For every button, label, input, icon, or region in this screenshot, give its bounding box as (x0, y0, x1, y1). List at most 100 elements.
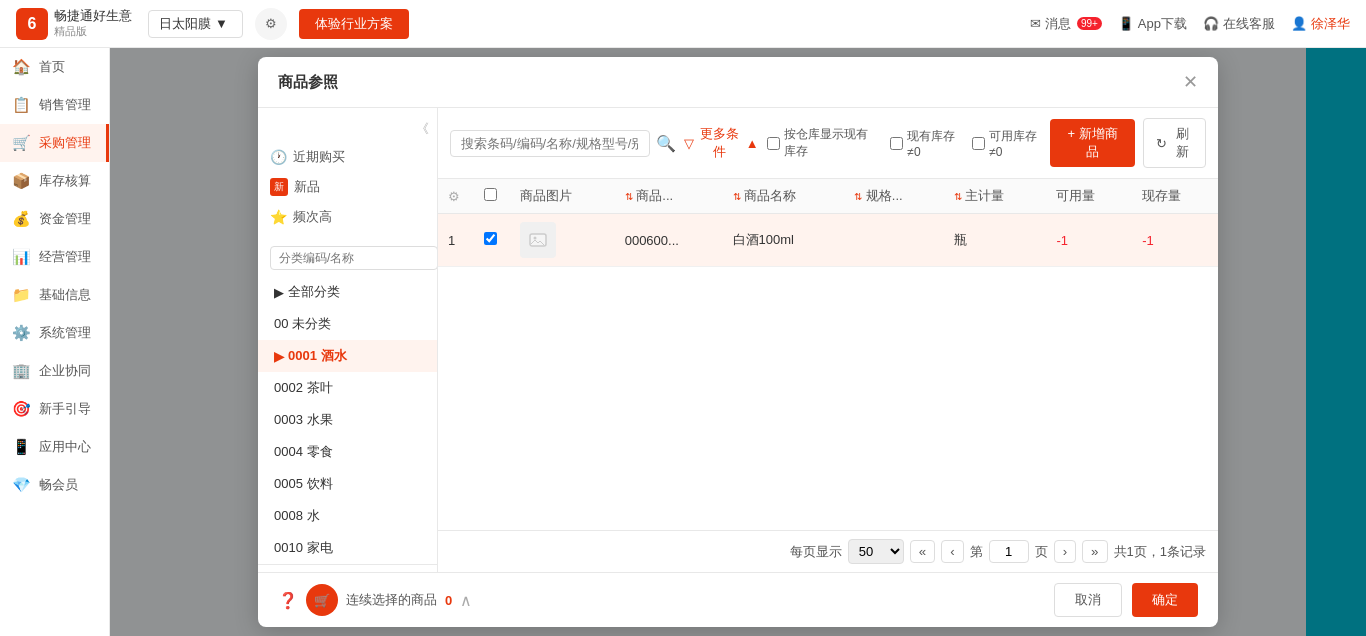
sidebar-item-member[interactable]: 💎 畅会员 (0, 466, 109, 504)
available-not-zero-checkbox-label[interactable]: 可用库存≠0 (972, 128, 1042, 159)
category-c0004[interactable]: 0004 零食 (258, 436, 437, 468)
stock-not-zero-checkbox-label[interactable]: 现有库存≠0 (890, 128, 960, 159)
category-all[interactable]: ▶ 全部分类 (258, 276, 437, 308)
user-icon: 👤 (1291, 16, 1307, 31)
messages-btn[interactable]: ✉ 消息 99+ (1030, 15, 1102, 33)
col-code[interactable]: ⇅ 商品... (615, 179, 723, 214)
logo-area: 6 畅捷通好生意 精品版 (16, 8, 132, 40)
member-icon: 💎 (12, 476, 31, 494)
product-search-icon[interactable]: 🔍 (656, 134, 676, 153)
sidebar-label: 企业协同 (39, 362, 91, 380)
modal-close-button[interactable]: ✕ (1183, 71, 1198, 93)
recent-purchase-item[interactable]: 🕐 近期购买 (258, 142, 437, 172)
sidebar-item-purchase[interactable]: 🛒 采购管理 (0, 124, 109, 162)
table-row[interactable]: 1 (438, 214, 1218, 267)
row-spec (844, 214, 944, 267)
collapse-panel-button[interactable]: 《 (258, 116, 437, 142)
page-size-select[interactable]: 50 10 20 100 (848, 539, 904, 564)
product-search-input[interactable] (450, 130, 650, 157)
headset-icon: 🎧 (1203, 16, 1219, 31)
col-check[interactable] (474, 179, 510, 214)
sidebar-item-inventory[interactable]: 📦 库存核算 (0, 162, 109, 200)
show-disabled-row: 显示停用 (258, 564, 437, 572)
new-icon: 新 (270, 178, 288, 196)
refresh-button[interactable]: ↻ 刷新 (1143, 118, 1206, 168)
online-service-btn[interactable]: 🎧 在线客服 (1203, 15, 1275, 33)
trial-button[interactable]: 体验行业方案 (299, 9, 409, 39)
row-check[interactable] (474, 214, 510, 267)
message-badge: 99+ (1077, 17, 1102, 30)
col-settings[interactable]: ⚙ (438, 179, 474, 214)
row-no: 1 (438, 214, 474, 267)
product-thumbnail (520, 222, 556, 258)
row-available: -1 (1046, 214, 1132, 267)
col-spec[interactable]: ⇅ 规格... (844, 179, 944, 214)
col-name[interactable]: ⇅ 商品名称 (723, 179, 845, 214)
store-selector[interactable]: 日太阳膜 ▼ (148, 10, 243, 38)
filter-icon: ▽ (684, 136, 694, 151)
logo-line1: 畅捷通好生意 (54, 8, 132, 25)
category-c0008[interactable]: 0008 水 (258, 500, 437, 532)
stock-not-zero-checkbox[interactable] (890, 137, 903, 150)
sort-icon: ⇅ (854, 191, 862, 202)
prev-page-btn[interactable]: ‹ (941, 540, 963, 563)
sidebar-label: 销售管理 (39, 96, 91, 114)
sidebar-item-operations[interactable]: 📊 经营管理 (0, 238, 109, 276)
first-page-btn[interactable]: « (910, 540, 935, 563)
confirm-button[interactable]: 确定 (1132, 583, 1198, 617)
sidebar-item-apps[interactable]: 📱 应用中心 (0, 428, 109, 466)
select-all-checkbox[interactable] (484, 188, 497, 201)
sidebar-item-newbie[interactable]: 🎯 新手引导 (0, 390, 109, 428)
system-icon: ⚙️ (12, 324, 31, 342)
category-search-input[interactable] (270, 246, 438, 270)
category-c0005[interactable]: 0005 饮料 (258, 468, 437, 500)
row-image (510, 214, 615, 267)
sidebar-label: 经营管理 (39, 248, 91, 266)
footer-collapse-button[interactable]: ∧ (460, 591, 472, 610)
category-c00[interactable]: 00 未分类 (258, 308, 437, 340)
pagination-bar: 每页显示 50 10 20 100 « ‹ 第 页 (438, 530, 1218, 572)
frequent-item[interactable]: ⭐ 频次高 (258, 202, 437, 232)
page-number-input[interactable] (989, 540, 1029, 563)
right-panel: 🔍 ▽ 更多条件 ▲ 按仓库显示现有库存 (438, 108, 1218, 572)
sidebar-item-enterprise[interactable]: 🏢 企业协同 (0, 352, 109, 390)
category-c0002[interactable]: 0002 茶叶 (258, 372, 437, 404)
sidebar-label: 应用中心 (39, 438, 91, 456)
row-unit: 瓶 (944, 214, 1047, 267)
category-c0003[interactable]: 0003 水果 (258, 404, 437, 436)
help-icon[interactable]: ❓ (278, 591, 298, 610)
content-area: 商品参照 ✕ 《 🕐 近期购买 新 新品 (110, 48, 1366, 636)
new-product-item[interactable]: 新 新品 (258, 172, 437, 202)
row-checkbox[interactable] (484, 232, 497, 245)
next-page-btn[interactable]: › (1054, 540, 1076, 563)
cancel-button[interactable]: 取消 (1054, 583, 1122, 617)
star-icon: ⭐ (270, 209, 287, 225)
app-download-btn[interactable]: 📱 App下载 (1118, 15, 1187, 33)
col-unit[interactable]: ⇅ 主计量 (944, 179, 1047, 214)
arrow-icon: ▶ (274, 285, 284, 300)
cart-button[interactable]: 🛒 (306, 584, 338, 616)
category-c0001[interactable]: ▶ 0001 酒水 (258, 340, 437, 372)
sidebar-item-sales[interactable]: 📋 销售管理 (0, 86, 109, 124)
by-warehouse-checkbox-label[interactable]: 按仓库显示现有库存 (767, 126, 879, 160)
add-product-button[interactable]: + 新增商品 (1050, 119, 1135, 167)
sidebar-item-home[interactable]: 🏠 首页 (0, 48, 109, 86)
col-available: 可用量 (1046, 179, 1132, 214)
user-menu[interactable]: 👤 徐泽华 (1291, 15, 1350, 33)
by-warehouse-checkbox[interactable] (767, 137, 780, 150)
sales-icon: 📋 (12, 96, 31, 114)
newbie-icon: 🎯 (12, 400, 31, 418)
available-not-zero-checkbox[interactable] (972, 137, 985, 150)
sidebar-label: 首页 (39, 58, 65, 76)
category-c0010[interactable]: 0010 家电 (258, 532, 437, 564)
settings-btn[interactable]: ⚙ (255, 8, 287, 40)
home-icon: 🏠 (12, 58, 31, 76)
sidebar-item-finance[interactable]: 💰 资金管理 (0, 200, 109, 238)
sidebar-item-system[interactable]: ⚙️ 系统管理 (0, 314, 109, 352)
more-filters-button[interactable]: ▽ 更多条件 ▲ (684, 125, 759, 161)
last-page-btn[interactable]: » (1082, 540, 1107, 563)
sidebar-item-basic[interactable]: 📁 基础信息 (0, 276, 109, 314)
basic-icon: 📁 (12, 286, 31, 304)
column-settings-icon[interactable]: ⚙ (448, 189, 460, 204)
enterprise-icon: 🏢 (12, 362, 31, 380)
